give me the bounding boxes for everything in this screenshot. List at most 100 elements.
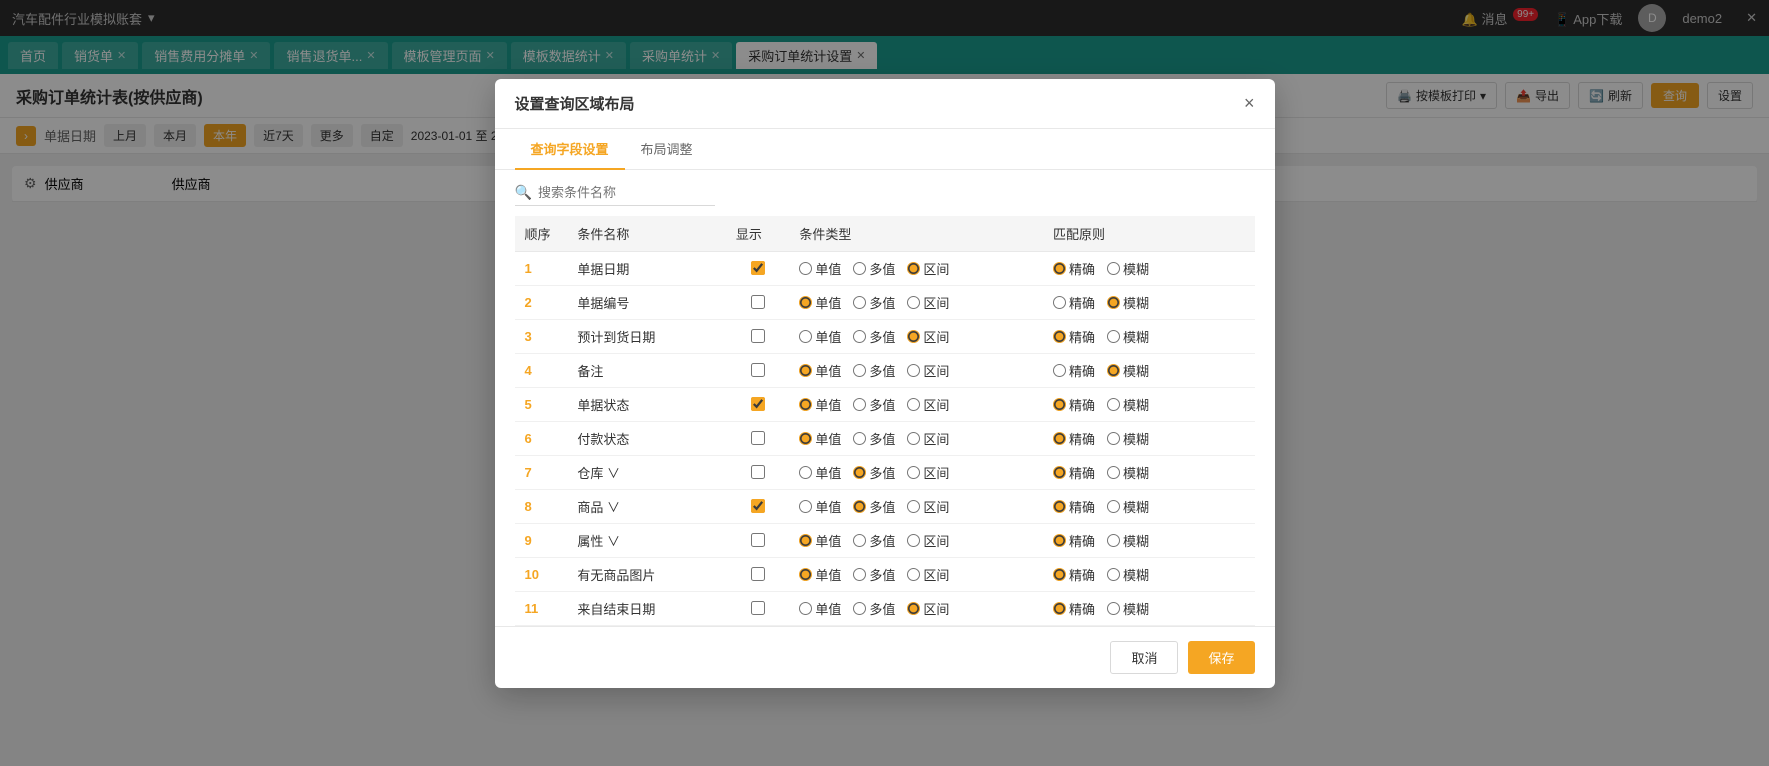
row-match: 精确模糊: [1043, 387, 1254, 421]
type-radio-单值[interactable]: 单值: [799, 463, 841, 482]
row-match: 精确模糊: [1043, 319, 1254, 353]
match-radio-精确[interactable]: 精确: [1053, 497, 1095, 516]
show-checkbox[interactable]: [751, 329, 765, 343]
dialog-close-button[interactable]: ×: [1244, 94, 1255, 112]
type-radio-单值[interactable]: 单值: [799, 429, 841, 448]
type-radio-多值[interactable]: 多值: [853, 599, 895, 618]
th-match: 匹配原则: [1043, 216, 1254, 252]
row-show: [726, 353, 789, 387]
type-radio-区间[interactable]: 区间: [907, 531, 949, 550]
search-input[interactable]: [538, 185, 698, 200]
type-radio-多值[interactable]: 多值: [853, 531, 895, 550]
type-radio-区间[interactable]: 区间: [907, 565, 949, 584]
match-radio-精确[interactable]: 精确: [1053, 531, 1095, 550]
show-checkbox[interactable]: [751, 601, 765, 615]
type-radio-单值[interactable]: 单值: [799, 531, 841, 550]
match-radio-精确[interactable]: 精确: [1053, 429, 1095, 448]
row-type: 单值多值区间: [789, 557, 1043, 591]
row-show: [726, 319, 789, 353]
type-radio-区间[interactable]: 区间: [907, 463, 949, 482]
type-radio-区间[interactable]: 区间: [907, 395, 949, 414]
match-radio-模糊[interactable]: 模糊: [1107, 565, 1149, 584]
show-checkbox[interactable]: [751, 465, 765, 479]
match-radio-模糊[interactable]: 模糊: [1107, 327, 1149, 346]
dialog-header: 设置查询区域布局 ×: [495, 79, 1275, 129]
match-radio-精确[interactable]: 精确: [1053, 293, 1095, 312]
show-checkbox[interactable]: [751, 567, 765, 581]
type-radio-区间[interactable]: 区间: [907, 327, 949, 346]
type-radio-多值[interactable]: 多值: [853, 259, 895, 278]
type-radio-单值[interactable]: 单值: [799, 599, 841, 618]
type-radio-区间[interactable]: 区间: [907, 497, 949, 516]
match-radio-模糊[interactable]: 模糊: [1107, 531, 1149, 550]
show-checkbox[interactable]: [751, 295, 765, 309]
show-checkbox[interactable]: [751, 261, 765, 275]
match-radio-模糊[interactable]: 模糊: [1107, 361, 1149, 380]
row-type: 单值多值区间: [789, 523, 1043, 557]
type-radio-单值[interactable]: 单值: [799, 327, 841, 346]
show-checkbox[interactable]: [751, 499, 765, 513]
table-row: 2单据编号单值多值区间精确模糊: [515, 285, 1255, 319]
show-checkbox[interactable]: [751, 363, 765, 377]
tab-query-fields[interactable]: 查询字段设置: [515, 129, 625, 170]
type-radio-区间[interactable]: 区间: [907, 259, 949, 278]
type-radio-单值[interactable]: 单值: [799, 565, 841, 584]
type-radio-多值[interactable]: 多值: [853, 429, 895, 448]
match-radio-精确[interactable]: 精确: [1053, 463, 1095, 482]
match-radio-模糊[interactable]: 模糊: [1107, 259, 1149, 278]
match-radio-模糊[interactable]: 模糊: [1107, 395, 1149, 414]
row-show: [726, 251, 789, 285]
dialog-body: 顺序 条件名称 显示 条件类型 匹配原则 1单据日期单值多值区间精确模糊2单据编…: [495, 216, 1275, 626]
match-radio-模糊[interactable]: 模糊: [1107, 497, 1149, 516]
type-radio-单值[interactable]: 单值: [799, 361, 841, 380]
type-radio-区间[interactable]: 区间: [907, 429, 949, 448]
type-radio-单值[interactable]: 单值: [799, 259, 841, 278]
type-radio-多值[interactable]: 多值: [853, 361, 895, 380]
save-button[interactable]: 保存: [1188, 641, 1254, 674]
row-show: [726, 523, 789, 557]
type-radio-单值[interactable]: 单值: [799, 293, 841, 312]
show-checkbox[interactable]: [751, 533, 765, 547]
type-radio-多值[interactable]: 多值: [853, 293, 895, 312]
type-radio-多值[interactable]: 多值: [853, 327, 895, 346]
type-radio-多值[interactable]: 多值: [853, 463, 895, 482]
row-name: 备注: [567, 353, 726, 387]
row-type: 单值多值区间: [789, 353, 1043, 387]
table-row: 7仓库 ∨单值多值区间精确模糊: [515, 455, 1255, 489]
type-radio-区间[interactable]: 区间: [907, 599, 949, 618]
type-radio-多值[interactable]: 多值: [853, 395, 895, 414]
match-radio-模糊[interactable]: 模糊: [1107, 599, 1149, 618]
match-radio-精确[interactable]: 精确: [1053, 565, 1095, 584]
row-match: 精确模糊: [1043, 591, 1254, 625]
type-radio-多值[interactable]: 多值: [853, 497, 895, 516]
th-type: 条件类型: [789, 216, 1043, 252]
type-radio-单值[interactable]: 单值: [799, 395, 841, 414]
row-type: 单值多值区间: [789, 455, 1043, 489]
match-radio-精确[interactable]: 精确: [1053, 259, 1095, 278]
type-radio-区间[interactable]: 区间: [907, 361, 949, 380]
type-radio-区间[interactable]: 区间: [907, 293, 949, 312]
table-row: 11来自结束日期单值多值区间精确模糊: [515, 591, 1255, 625]
row-type: 单值多值区间: [789, 489, 1043, 523]
match-radio-精确[interactable]: 精确: [1053, 599, 1095, 618]
match-radio-精确[interactable]: 精确: [1053, 327, 1095, 346]
row-name: 来自结束日期: [567, 591, 726, 625]
row-name: 单据编号: [567, 285, 726, 319]
match-radio-模糊[interactable]: 模糊: [1107, 463, 1149, 482]
tab-layout-adjust[interactable]: 布局调整: [625, 129, 709, 170]
type-radio-多值[interactable]: 多值: [853, 565, 895, 584]
match-radio-模糊[interactable]: 模糊: [1107, 293, 1149, 312]
match-radio-模糊[interactable]: 模糊: [1107, 429, 1149, 448]
row-type: 单值多值区间: [789, 319, 1043, 353]
row-match: 精确模糊: [1043, 285, 1254, 319]
type-radio-单值[interactable]: 单值: [799, 497, 841, 516]
show-checkbox[interactable]: [751, 397, 765, 411]
settings-dialog: 设置查询区域布局 × 查询字段设置 布局调整 🔍 顺序: [495, 79, 1275, 688]
match-radio-精确[interactable]: 精确: [1053, 395, 1095, 414]
match-radio-精确[interactable]: 精确: [1053, 361, 1095, 380]
cancel-button[interactable]: 取消: [1110, 641, 1178, 674]
show-checkbox[interactable]: [751, 431, 765, 445]
row-type: 单值多值区间: [789, 591, 1043, 625]
row-name: 属性 ∨: [567, 523, 726, 557]
row-match: 精确模糊: [1043, 557, 1254, 591]
